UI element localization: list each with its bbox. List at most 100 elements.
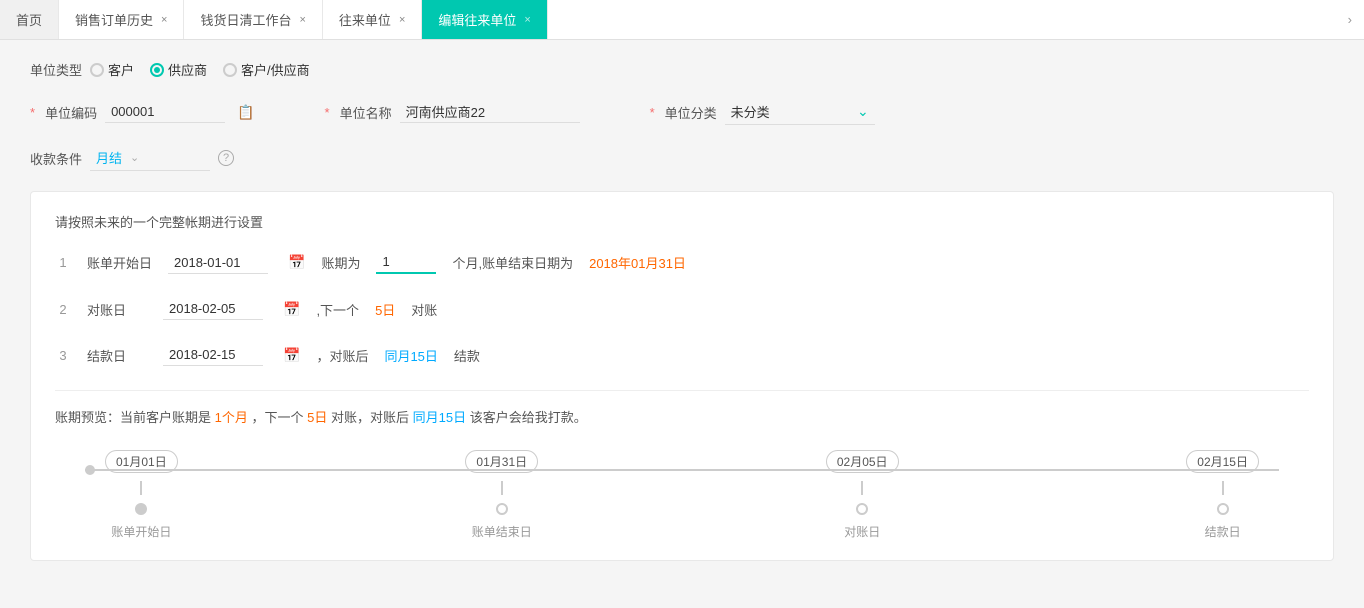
- preview-mid2: 对账，对账后: [331, 410, 409, 425]
- unit-code-star: *: [30, 105, 35, 120]
- payment-date-input[interactable]: [163, 344, 263, 366]
- unit-info-row: * 单位编码 📋 * 单位名称 * 单位分类 未分类 ⌄: [30, 99, 1334, 125]
- preview-text: 账期预览：当前客户账期是 1个月 ，下一个 5日 对账，对账后 同月15日 该客…: [55, 407, 1309, 426]
- tl-label-2: 账单结束日: [472, 523, 532, 540]
- tab-partners[interactable]: 往来单位 ×: [323, 0, 422, 39]
- row2-highlight: 5日: [375, 300, 395, 319]
- unit-name-label: 单位名称: [340, 103, 392, 122]
- row1-desc-prefix: 账期为: [321, 253, 360, 272]
- preview-prefix: 账期预览：当前客户账期是: [55, 410, 211, 425]
- row1-end-date: 2018年01月31日: [589, 253, 686, 272]
- payment-term-field: 收款条件 月结 ⌄ ?: [30, 145, 234, 171]
- unit-class-dropdown[interactable]: 未分类 ⌄: [725, 99, 875, 125]
- row-label-3: 结款日: [87, 346, 147, 365]
- tab-sales-history[interactable]: 销售订单历史 ×: [59, 0, 184, 39]
- payment-term-row: 收款条件 月结 ⌄ ?: [30, 145, 1334, 171]
- unit-class-value: 未分类: [731, 102, 857, 121]
- close-sales-history-icon[interactable]: ×: [161, 14, 167, 26]
- tab-home[interactable]: 首页: [0, 0, 59, 39]
- tab-cash-work-label: 钱货日清工作台: [200, 10, 291, 29]
- reconcile-date-input[interactable]: [163, 298, 263, 320]
- radio-supplier-label: 供应商: [168, 60, 207, 79]
- tl-label-3: 对账日: [844, 523, 880, 540]
- preview-part2: 5日: [307, 410, 327, 425]
- unit-code-field: * 单位编码 📋: [30, 101, 255, 123]
- unit-code-input[interactable]: [105, 101, 225, 123]
- box-title: 请按照未来的一个完整帐期进行设置: [55, 212, 1309, 231]
- tl-dot-2: [496, 503, 508, 515]
- tab-cash-work[interactable]: 钱货日清工作台 ×: [184, 0, 322, 39]
- timeline-point-1: 01月01日 账单开始日: [105, 450, 178, 540]
- unit-name-star: *: [325, 105, 330, 120]
- radio-both-circle: [223, 63, 237, 77]
- config-row-3: 3 结款日 📅 ，对账后 同月15日 结款: [55, 344, 1309, 366]
- tl-dot-3: [856, 503, 868, 515]
- tl-connector-1: [140, 481, 142, 495]
- payment-date-cal-icon[interactable]: 📅: [283, 347, 300, 364]
- payment-term-label: 收款条件: [30, 149, 82, 168]
- radio-supplier[interactable]: 供应商: [150, 60, 207, 79]
- row-num-1: 1: [55, 255, 71, 270]
- start-date-input[interactable]: [168, 252, 268, 274]
- radio-supplier-circle: [150, 63, 164, 77]
- unit-type-field: 单位类型 客户 供应商 客户/供应商: [30, 60, 310, 79]
- row3-desc1: ，对账后: [316, 346, 368, 365]
- row2-desc1: ,下一个: [316, 300, 359, 319]
- radio-customer[interactable]: 客户: [90, 60, 134, 79]
- radio-both-label: 客户/供应商: [241, 60, 310, 79]
- row1-desc-suffix: 个月,账单结束日期为: [452, 253, 573, 272]
- preview-part1: 1个月: [215, 410, 248, 425]
- timeline-point-4: 02月15日 结款日: [1186, 450, 1259, 540]
- unit-type-row: 单位类型 客户 供应商 客户/供应商: [30, 60, 1334, 79]
- close-partners-icon[interactable]: ×: [399, 14, 405, 26]
- reconcile-date-cal-icon[interactable]: 📅: [283, 301, 300, 318]
- unit-class-arrow-icon: ⌄: [857, 103, 869, 120]
- tl-label-4: 结款日: [1205, 523, 1241, 540]
- unit-code-label: 单位编码: [45, 103, 97, 122]
- radio-both[interactable]: 客户/供应商: [223, 60, 310, 79]
- tl-label-1: 账单开始日: [111, 523, 171, 540]
- preview-part3: 同月15日: [413, 410, 466, 425]
- payment-term-value: 月结: [96, 148, 122, 167]
- tl-connector-4: [1222, 481, 1224, 495]
- unit-class-star: *: [650, 105, 655, 120]
- unit-class-field: * 单位分类 未分类 ⌄: [650, 99, 875, 125]
- unit-code-icon[interactable]: 📋: [237, 104, 254, 121]
- payment-term-select[interactable]: 月结 ⌄: [90, 145, 210, 171]
- tab-bar: 首页 销售订单历史 × 钱货日清工作台 × 往来单位 × 编辑往来单位 × ›: [0, 0, 1364, 40]
- tl-connector-3: [861, 481, 863, 495]
- tab-partners-label: 往来单位: [339, 10, 391, 29]
- row-label-2: 对账日: [87, 300, 147, 319]
- start-date-cal-icon[interactable]: 📅: [288, 254, 305, 271]
- config-row-1: 1 账单开始日 📅 账期为 个月,账单结束日期为 2018年01月31日: [55, 251, 1309, 274]
- timeline: 01月01日 账单开始日 01月31日 账单结束日 02月05日: [55, 450, 1309, 540]
- preview-mid1: ，下一个: [252, 410, 304, 425]
- tab-edit-partner[interactable]: 编辑往来单位 ×: [422, 0, 547, 39]
- tab-sales-history-label: 销售订单历史: [75, 10, 153, 29]
- radio-group: 客户 供应商 客户/供应商: [90, 60, 310, 79]
- close-edit-partner-icon[interactable]: ×: [524, 14, 530, 26]
- payment-term-help-icon[interactable]: ?: [218, 150, 234, 166]
- tab-scroll-right[interactable]: ›: [1336, 0, 1364, 39]
- tl-dot-1: [135, 503, 147, 515]
- row-num-3: 3: [55, 348, 71, 363]
- row3-highlight: 同月15日: [384, 346, 437, 365]
- unit-class-label: 单位分类: [665, 103, 717, 122]
- radio-customer-circle: [90, 63, 104, 77]
- unit-name-field: * 单位名称: [325, 101, 580, 123]
- tab-home-label: 首页: [16, 10, 42, 29]
- row-num-2: 2: [55, 302, 71, 317]
- radio-customer-label: 客户: [108, 60, 134, 79]
- close-cash-work-icon[interactable]: ×: [299, 14, 305, 26]
- timeline-point-2: 01月31日 账单结束日: [465, 450, 538, 540]
- main-content: 单位类型 客户 供应商 客户/供应商 * 单位编码: [0, 40, 1364, 608]
- row3-desc2: 结款: [454, 346, 480, 365]
- preview-suffix: 该客户会给我打款。: [470, 410, 587, 425]
- unit-name-input[interactable]: [400, 101, 580, 123]
- timeline-line: [85, 469, 1279, 471]
- timeline-points: 01月01日 账单开始日 01月31日 账单结束日 02月05日: [75, 450, 1289, 540]
- preview-section: 账期预览：当前客户账期是 1个月 ，下一个 5日 对账，对账后 同月15日 该客…: [55, 390, 1309, 540]
- period-input[interactable]: [376, 251, 436, 274]
- tab-edit-partner-label: 编辑往来单位: [438, 10, 516, 29]
- config-row-2: 2 对账日 📅 ,下一个 5日 对账: [55, 298, 1309, 320]
